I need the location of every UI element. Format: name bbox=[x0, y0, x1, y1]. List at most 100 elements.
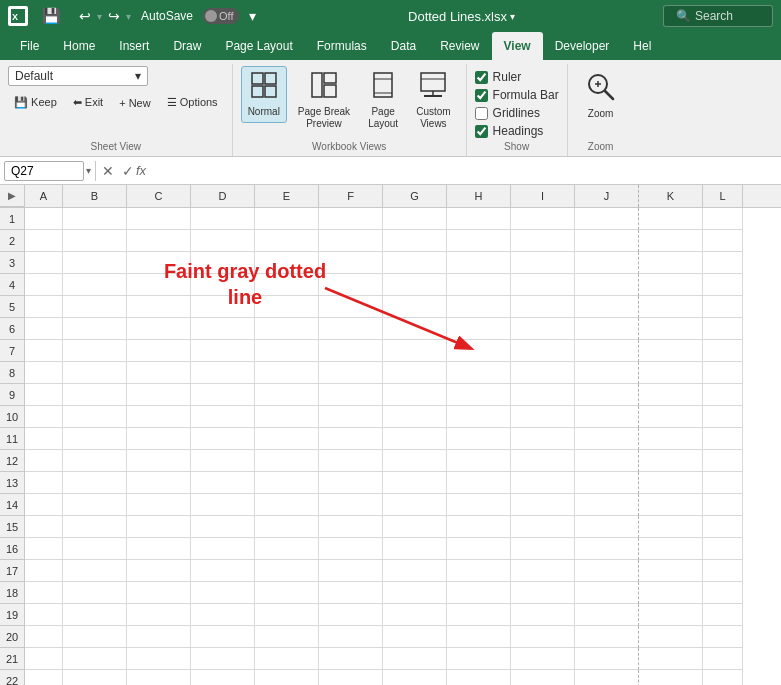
row-num-18[interactable]: 18 bbox=[0, 582, 24, 604]
formula-bar-separator bbox=[95, 161, 96, 181]
tab-view[interactable]: View bbox=[492, 32, 543, 60]
col-header-e[interactable]: E bbox=[255, 185, 319, 207]
exit-button[interactable]: ⬅ Exit bbox=[67, 94, 109, 111]
table-row bbox=[25, 406, 781, 428]
tab-insert[interactable]: Insert bbox=[107, 32, 161, 60]
row-num-1[interactable]: 1 bbox=[0, 208, 24, 230]
col-header-i[interactable]: I bbox=[511, 185, 575, 207]
fx-label: fx bbox=[136, 163, 146, 178]
tab-file[interactable]: File bbox=[8, 32, 51, 60]
col-header-k[interactable]: K bbox=[639, 185, 703, 207]
row-num-9[interactable]: 9 bbox=[0, 384, 24, 406]
cell-e1[interactable] bbox=[255, 208, 319, 230]
tab-data[interactable]: Data bbox=[379, 32, 428, 60]
cell-g1[interactable] bbox=[383, 208, 447, 230]
row-num-8[interactable]: 8 bbox=[0, 362, 24, 384]
row-num-17[interactable]: 17 bbox=[0, 560, 24, 582]
tab-formulas[interactable]: Formulas bbox=[305, 32, 379, 60]
zoom-items: Zoom bbox=[576, 66, 626, 138]
tab-page-layout[interactable]: Page Layout bbox=[213, 32, 304, 60]
custom-views-button[interactable]: CustomViews bbox=[409, 66, 457, 135]
cell-c1[interactable] bbox=[127, 208, 191, 230]
search-bar[interactable]: 🔍 Search bbox=[663, 5, 773, 27]
cell-j1[interactable] bbox=[575, 208, 639, 230]
col-header-a[interactable]: A bbox=[25, 185, 63, 207]
redo-button[interactable]: ↪ bbox=[104, 6, 124, 26]
undo-button[interactable]: ↩ bbox=[75, 6, 95, 26]
row-num-14[interactable]: 14 bbox=[0, 494, 24, 516]
table-row bbox=[25, 648, 781, 670]
tab-review[interactable]: Review bbox=[428, 32, 491, 60]
gridlines-checkbox[interactable] bbox=[475, 107, 488, 120]
select-all-corner[interactable]: ▶ bbox=[0, 185, 25, 207]
svg-rect-5 bbox=[265, 86, 276, 97]
col-header-j[interactable]: J bbox=[575, 185, 639, 207]
cell-d1[interactable] bbox=[191, 208, 255, 230]
title-bar: X 💾 ↩ ▾ ↪ ▾ AutoSave Off ▾ Dotted Lines.… bbox=[0, 0, 781, 32]
row-numbers: 1 2 3 4 5 6 7 8 9 10 11 12 13 14 15 16 1… bbox=[0, 208, 25, 685]
row-num-15[interactable]: 15 bbox=[0, 516, 24, 538]
cell-a1[interactable] bbox=[25, 208, 63, 230]
col-header-g[interactable]: G bbox=[383, 185, 447, 207]
col-header-c[interactable]: C bbox=[127, 185, 191, 207]
row-num-10[interactable]: 10 bbox=[0, 406, 24, 428]
save-button[interactable]: 💾 bbox=[42, 7, 61, 25]
row-num-22[interactable]: 22 bbox=[0, 670, 24, 685]
cell-i1[interactable] bbox=[511, 208, 575, 230]
row-num-6[interactable]: 6 bbox=[0, 318, 24, 340]
col-header-b[interactable]: B bbox=[63, 185, 127, 207]
name-box[interactable] bbox=[4, 161, 84, 181]
formula-confirm-button[interactable]: ✓ bbox=[120, 161, 136, 181]
cell-l1[interactable] bbox=[703, 208, 743, 230]
table-row bbox=[25, 450, 781, 472]
new-sv-button[interactable]: + New bbox=[113, 94, 157, 111]
customize-qat-button[interactable]: ▾ bbox=[245, 6, 260, 26]
row-num-19[interactable]: 19 bbox=[0, 604, 24, 626]
autosave-toggle[interactable]: Off bbox=[203, 8, 239, 24]
options-sv-button[interactable]: ☰ Options bbox=[161, 94, 224, 111]
name-box-dropdown[interactable]: ▾ bbox=[86, 165, 91, 176]
tab-draw[interactable]: Draw bbox=[161, 32, 213, 60]
tab-help[interactable]: Hel bbox=[621, 32, 663, 60]
row-num-12[interactable]: 12 bbox=[0, 450, 24, 472]
formula-controls: ✕ ✓ bbox=[100, 161, 136, 181]
formula-cancel-button[interactable]: ✕ bbox=[100, 161, 116, 181]
row-num-13[interactable]: 13 bbox=[0, 472, 24, 494]
formula-input[interactable] bbox=[150, 164, 777, 178]
col-header-l[interactable]: L bbox=[703, 185, 743, 207]
file-title-dropdown[interactable]: ▾ bbox=[510, 11, 515, 22]
tab-home[interactable]: Home bbox=[51, 32, 107, 60]
title-bar-center: Dotted Lines.xlsx ▾ bbox=[260, 9, 663, 24]
row-num-7[interactable]: 7 bbox=[0, 340, 24, 362]
col-header-d[interactable]: D bbox=[191, 185, 255, 207]
col-header-h[interactable]: H bbox=[447, 185, 511, 207]
custom-views-label: CustomViews bbox=[416, 106, 450, 130]
row-num-3[interactable]: 3 bbox=[0, 252, 24, 274]
row-num-2[interactable]: 2 bbox=[0, 230, 24, 252]
zoom-label: Zoom bbox=[588, 108, 614, 120]
ruler-checkbox[interactable] bbox=[475, 71, 488, 84]
ruler-label: Ruler bbox=[493, 70, 522, 84]
row-num-11[interactable]: 11 bbox=[0, 428, 24, 450]
keep-button[interactable]: 💾 Keep bbox=[8, 94, 63, 111]
row-num-20[interactable]: 20 bbox=[0, 626, 24, 648]
row-num-21[interactable]: 21 bbox=[0, 648, 24, 670]
cell-h1[interactable] bbox=[447, 208, 511, 230]
sheet-view-dropdown[interactable]: Default ▾ bbox=[8, 66, 148, 86]
zoom-button[interactable]: Zoom bbox=[576, 66, 626, 125]
col-header-f[interactable]: F bbox=[319, 185, 383, 207]
row-num-5[interactable]: 5 bbox=[0, 296, 24, 318]
page-break-preview-button[interactable]: Page BreakPreview bbox=[291, 66, 357, 135]
formula-bar-checkbox[interactable] bbox=[475, 89, 488, 102]
table-row bbox=[25, 296, 781, 318]
cell-k1[interactable] bbox=[639, 208, 703, 230]
cell-f1[interactable] bbox=[319, 208, 383, 230]
tab-developer[interactable]: Developer bbox=[543, 32, 622, 60]
cell-b1[interactable] bbox=[63, 208, 127, 230]
page-layout-view-button[interactable]: PageLayout bbox=[361, 66, 405, 135]
row-num-4[interactable]: 4 bbox=[0, 274, 24, 296]
row-num-16[interactable]: 16 bbox=[0, 538, 24, 560]
normal-view-button[interactable]: Normal bbox=[241, 66, 287, 123]
table-row bbox=[25, 384, 781, 406]
headings-checkbox[interactable] bbox=[475, 125, 488, 138]
